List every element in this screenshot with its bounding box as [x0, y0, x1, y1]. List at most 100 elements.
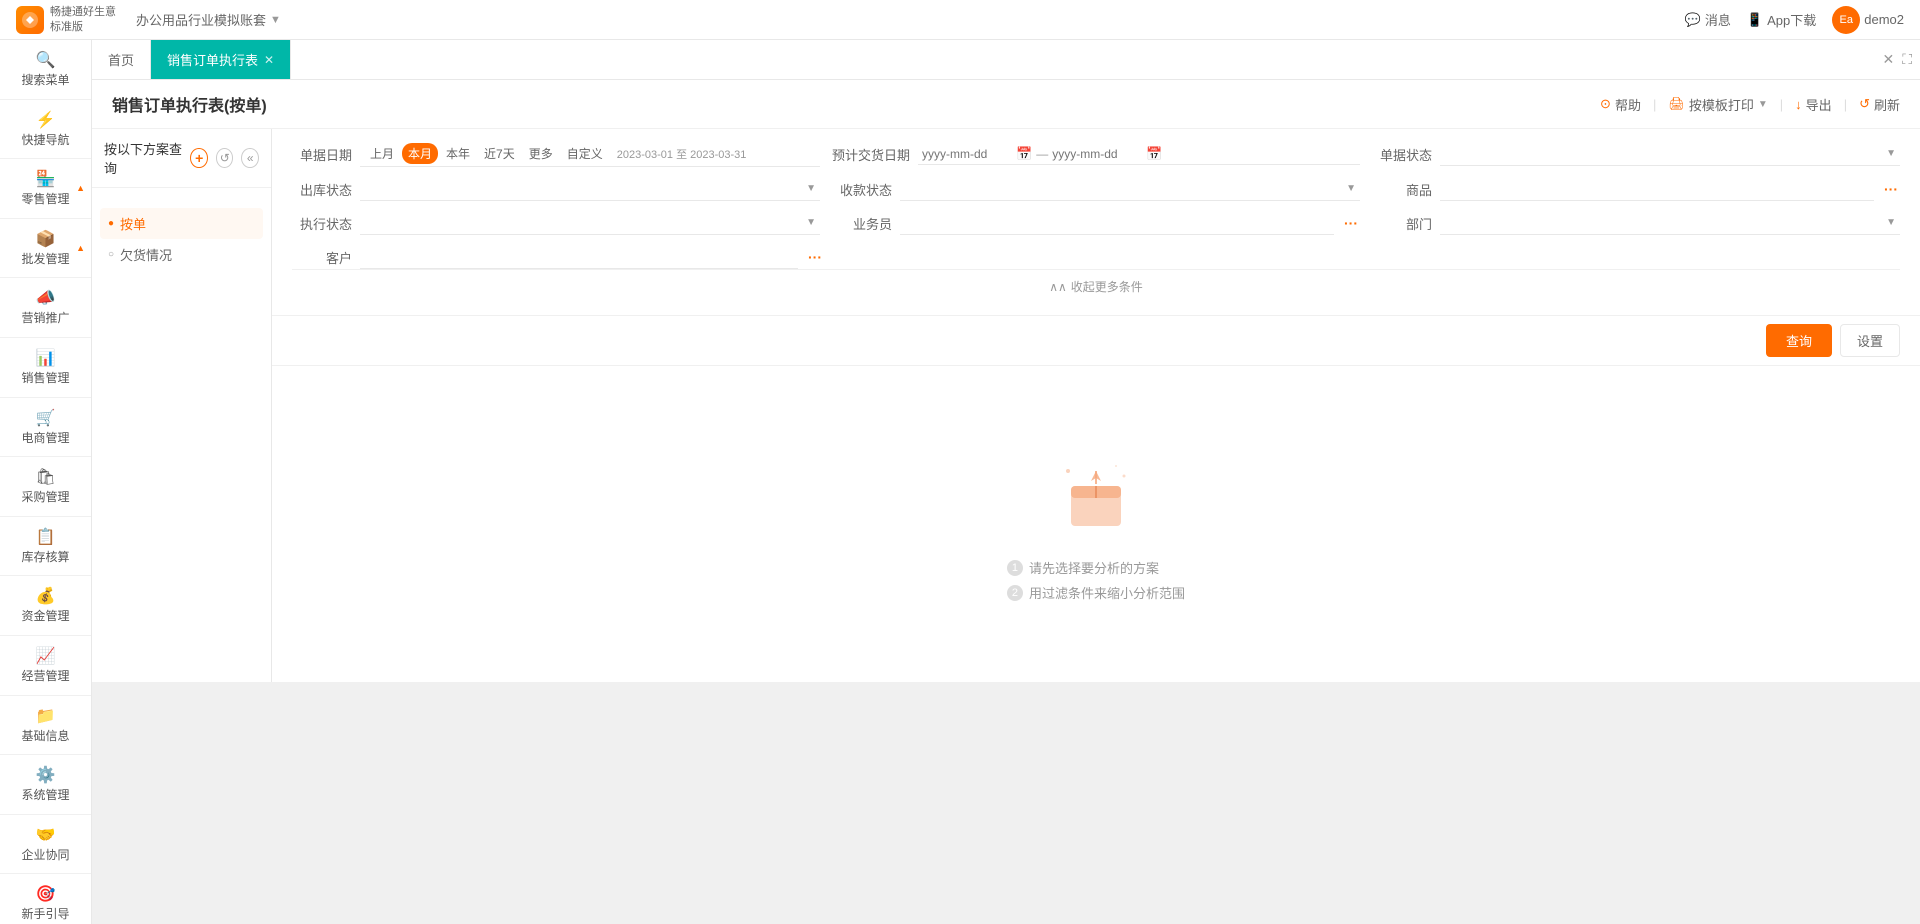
filter-field-goods: 商品 ···	[1372, 177, 1900, 201]
sidebar-item-enterprise[interactable]: 🤝 企业协同	[0, 815, 91, 875]
salesperson-dots-icon[interactable]: ···	[1342, 213, 1360, 233]
tab-sales-list[interactable]: 销售订单执行表 ✕	[151, 40, 291, 79]
ecommerce-icon: 🛒	[36, 408, 56, 428]
empty-tip-2: 2 用过滤条件来缩小分析范围	[1007, 583, 1185, 602]
tab-close-icon[interactable]: ✕	[264, 54, 274, 66]
print-arrow-icon: ▼	[1758, 99, 1768, 110]
user-profile[interactable]: Ea demo2	[1832, 6, 1904, 34]
enterprise-icon: 🤝	[36, 825, 56, 845]
empty-illustration	[1046, 446, 1146, 546]
sidebar-item-purchase[interactable]: 🛍 采购管理	[0, 457, 91, 517]
sidebar-item-search[interactable]: 🔍 搜索菜单	[0, 40, 91, 100]
right-content: 单据日期 上月 本月 本年 近7天 更多	[272, 129, 1920, 682]
date-tab-this-year[interactable]: 本年	[440, 143, 476, 164]
expected-date-start-calendar-icon[interactable]: 📅	[1016, 146, 1032, 162]
sidebar-item-finance[interactable]: 💰 资金管理	[0, 576, 91, 636]
customer-input[interactable]	[360, 245, 798, 269]
header-right: 💬 消息 📱 App下载 Ea demo2	[1685, 6, 1904, 34]
date-tab-group: 上月 本月 本年 近7天 更多 自定义	[364, 143, 609, 164]
app-download-button[interactable]: 📱 App下载	[1747, 10, 1816, 29]
sidebar-item-system[interactable]: ⚙️ 系统管理	[0, 755, 91, 815]
sidebar-item-retail[interactable]: 🏪 零售管理	[0, 159, 91, 219]
bill-status-select[interactable]	[1440, 142, 1900, 165]
sales-icon: 📊	[36, 348, 56, 368]
customer-label: 客户	[292, 248, 352, 267]
inventory-icon: 📋	[36, 527, 56, 547]
date-tab-7days[interactable]: 近7天	[478, 143, 521, 164]
expected-date-start-input[interactable]	[922, 147, 1012, 161]
date-tab-custom[interactable]: 自定义	[561, 143, 609, 164]
exec-status-select-wrapper: ▼	[360, 211, 820, 235]
user-name: demo2	[1864, 12, 1904, 27]
query-button[interactable]: 查询	[1766, 324, 1832, 357]
filter-row-4: 客户 ···	[292, 245, 1900, 269]
sidebar-item-wholesale[interactable]: 📦 批发管理	[0, 219, 91, 279]
sidebar-item-ecommerce[interactable]: 🛒 电商管理	[0, 398, 91, 458]
scheme-item-receivable[interactable]: ○ 欠货情况	[100, 239, 263, 270]
add-scheme-button[interactable]: +	[190, 148, 208, 168]
sidebar-item-inventory[interactable]: 📋 库存核算	[0, 517, 91, 577]
collapse-bar[interactable]: ∧∧ 收起更多条件	[292, 269, 1900, 303]
expected-date-end-input[interactable]	[1052, 147, 1142, 161]
breadcrumb[interactable]: 办公用品行业模拟账套 ▼	[136, 10, 281, 29]
filter-section: 单据日期 上月 本月 本年 近7天 更多	[272, 129, 1920, 316]
salesperson-input[interactable]	[900, 211, 1334, 235]
filter-field-salesperson: 业务员 ···	[832, 211, 1360, 235]
print-icon: 🖨	[1668, 96, 1685, 112]
expected-date-end-calendar-icon[interactable]: 📅	[1146, 146, 1162, 162]
customer-dots-icon[interactable]: ···	[806, 247, 824, 267]
salesperson-label: 业务员	[832, 214, 892, 233]
sidebar-item-newbie[interactable]: 🎯 新手引导	[0, 874, 91, 924]
refresh-button[interactable]: ↺ 刷新	[1859, 95, 1900, 114]
goods-input[interactable]	[1440, 177, 1874, 201]
help-button[interactable]: ⊙ 帮助	[1600, 95, 1641, 114]
filter-field-receipt: 收款状态 ▼	[832, 177, 1360, 201]
breadcrumb-text: 办公用品行业模拟账套	[136, 10, 266, 29]
app-download-icon: 📱	[1747, 12, 1763, 28]
filter-row-3: 执行状态 ▼	[292, 211, 1900, 235]
sidebar-item-operations[interactable]: 📈 经营管理	[0, 636, 91, 696]
exec-status-label: 执行状态	[292, 214, 352, 233]
filter-row-2: 出库状态 ▼	[292, 177, 1900, 201]
page-title-actions: ⊙ 帮助 | 🖨 按模板打印 ▼ | ↓ 导出	[1600, 95, 1900, 114]
dept-label: 部门	[1372, 214, 1432, 233]
dept-select-wrapper: ▼	[1440, 211, 1900, 235]
collapse-scheme-button[interactable]: «	[241, 148, 259, 168]
date-tab-more[interactable]: 更多	[523, 143, 559, 164]
sidebar-item-marketing[interactable]: 📣 营销推广	[0, 278, 91, 338]
filter-field-dept: 部门 ▼	[1372, 211, 1900, 235]
tip-num-2: 2	[1007, 585, 1023, 601]
refresh-scheme-button[interactable]: ↺	[216, 148, 234, 168]
date-tab-last-month[interactable]: 上月	[364, 143, 400, 164]
breadcrumb-arrow-icon: ▼	[270, 14, 281, 26]
tab-close-window-icon[interactable]: ✕	[1882, 51, 1894, 68]
exec-status-select[interactable]	[360, 211, 820, 234]
top-header: 畅捷通好生意 标准版 办公用品行业模拟账套 ▼ 💬 消息 📱 App下载 Ea …	[0, 0, 1920, 40]
dept-select[interactable]	[1440, 211, 1900, 234]
message-button[interactable]: 💬 消息	[1685, 10, 1731, 29]
tab-home[interactable]: 首页	[92, 40, 151, 79]
settings-button[interactable]: 设置	[1840, 324, 1900, 357]
operations-icon: 📈	[36, 646, 56, 666]
receipt-status-select[interactable]	[900, 177, 1360, 200]
sidebar-item-basic-info[interactable]: 📁 基础信息	[0, 696, 91, 756]
export-button[interactable]: ↓ 导出	[1795, 95, 1832, 114]
sidebar-item-quick-nav[interactable]: ⚡ 快捷导航	[0, 100, 91, 160]
goods-dots-icon[interactable]: ···	[1882, 179, 1900, 199]
receipt-status-select-wrapper: ▼	[900, 177, 1360, 201]
sidebar-item-sales[interactable]: 📊 销售管理	[0, 338, 91, 398]
receipt-status-label: 收款状态	[832, 180, 892, 199]
filter-field-date: 单据日期 上月 本月 本年 近7天 更多	[292, 141, 820, 167]
refresh-icon: ↺	[1859, 96, 1870, 112]
marketing-icon: 📣	[36, 288, 56, 308]
outbound-status-select[interactable]	[360, 177, 820, 200]
system-icon: ⚙️	[36, 765, 56, 785]
scheme-item-by-order[interactable]: ● 按单	[100, 208, 263, 239]
tab-expand-icon[interactable]: ⛶	[1902, 51, 1912, 68]
print-button[interactable]: 🖨 按模板打印 ▼	[1668, 95, 1767, 114]
date-tab-this-month[interactable]: 本月	[402, 143, 438, 164]
scheme-inactive-icon: ○	[108, 249, 114, 260]
logo-text: 畅捷通好生意 标准版	[50, 5, 116, 34]
empty-state: 1 请先选择要分析的方案 2 用过滤条件来缩小分析范围	[272, 366, 1920, 682]
page-title-bar: 销售订单执行表(按单) ⊙ 帮助 | 🖨 按模板打印 ▼ |	[92, 80, 1920, 129]
